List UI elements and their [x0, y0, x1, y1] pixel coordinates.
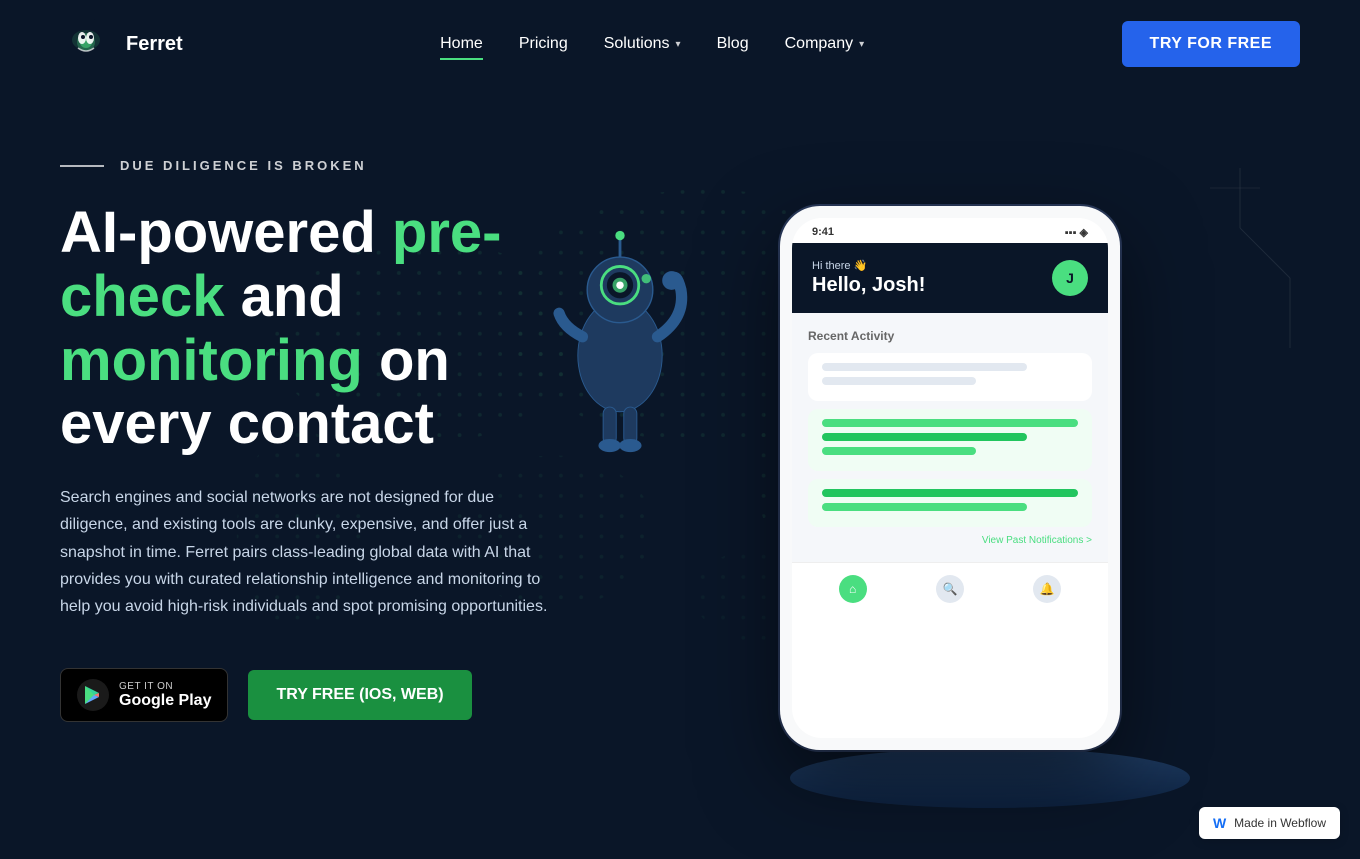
- nav-link-home[interactable]: Home: [440, 35, 483, 52]
- phone-mockup: 9:41 ▪▪▪ ◈ Hi there 👋 Hello, Josh! J: [780, 206, 1120, 750]
- hero-title-line4: every contact: [60, 391, 434, 456]
- phone-nav-home-icon[interactable]: ⌂: [839, 575, 867, 603]
- nav-item-company[interactable]: Company ▾: [785, 35, 865, 53]
- robot-character-icon: [520, 168, 720, 468]
- phone-section-title: Recent Activity: [808, 329, 1092, 343]
- phone-nav-search-icon[interactable]: 🔍: [936, 575, 964, 603]
- phone-greeting: Hi there 👋 Hello, Josh!: [812, 259, 925, 297]
- deco-lines-icon: [1180, 168, 1300, 368]
- hero-actions: GET IT ON Google Play TRY FREE (IOS, WEB…: [60, 668, 640, 722]
- activity-line-green-1: [822, 419, 1078, 427]
- phone-frame: 9:41 ▪▪▪ ◈ Hi there 👋 Hello, Josh! J: [780, 206, 1120, 750]
- activity-line-2: [822, 377, 976, 385]
- platform-base-icon: [790, 748, 1190, 808]
- activity-line-green-4: [822, 489, 1078, 497]
- company-chevron-icon: ▾: [859, 39, 864, 50]
- activity-card-1: [808, 353, 1092, 401]
- navbar: Ferret Home Pricing Solutions ▾ Blog Com…: [0, 0, 1360, 88]
- nav-link-solutions[interactable]: Solutions ▾: [604, 35, 681, 53]
- phone-signal-icon: ▪▪▪ ◈: [1065, 226, 1088, 239]
- webflow-badge[interactable]: W Made in Webflow: [1199, 807, 1340, 839]
- user-avatar: J: [1052, 260, 1088, 296]
- hero-section: DUE DILIGENCE IS BROKEN AI-powered pre-c…: [0, 88, 1360, 848]
- activity-card-3: [808, 479, 1092, 527]
- nav-item-home[interactable]: Home: [440, 35, 483, 53]
- webflow-label: Made in Webflow: [1234, 816, 1326, 830]
- hero-description: Search engines and social networks are n…: [60, 484, 550, 620]
- activity-line-green-3: [822, 447, 976, 455]
- solutions-chevron-icon: ▾: [676, 39, 681, 50]
- try-free-ios-button[interactable]: TRY FREE (IOS, WEB): [248, 670, 471, 720]
- phone-app-header: Hi there 👋 Hello, Josh! J: [792, 243, 1108, 313]
- phone-greeting-text: Hello, Josh!: [812, 274, 925, 297]
- activity-line-green-2: [822, 433, 1027, 441]
- phone-status-bar: 9:41 ▪▪▪ ◈: [792, 218, 1108, 243]
- hero-title-white3: on: [363, 328, 450, 393]
- logo[interactable]: Ferret: [60, 18, 183, 70]
- badge-text: DUE DILIGENCE IS BROKEN: [120, 158, 367, 173]
- nav-item-blog[interactable]: Blog: [717, 35, 749, 53]
- logo-text: Ferret: [126, 33, 183, 56]
- view-notifications[interactable]: View Past Notifications >: [808, 535, 1092, 546]
- activity-line-green-5: [822, 503, 1027, 511]
- nav-links: Home Pricing Solutions ▾ Blog Company ▾: [440, 35, 864, 53]
- phone-screen: 9:41 ▪▪▪ ◈ Hi there 👋 Hello, Josh! J: [792, 218, 1108, 738]
- phone-bottom-nav: ⌂ 🔍 🔔: [792, 562, 1108, 615]
- google-play-text: GET IT ON Google Play: [119, 681, 211, 710]
- phone-time: 9:41: [812, 226, 834, 239]
- phone-nav-notifications-icon[interactable]: 🔔: [1033, 575, 1061, 603]
- activity-line-1: [822, 363, 1027, 371]
- activity-card-2: [808, 409, 1092, 471]
- hero-title-green2: monitoring: [60, 328, 363, 393]
- nav-item-pricing[interactable]: Pricing: [519, 35, 568, 53]
- badge-line-icon: [60, 165, 104, 167]
- try-for-free-button[interactable]: TRY FOR FREE: [1122, 21, 1300, 67]
- hero-title-white1: AI-powered: [60, 200, 392, 265]
- phone-content: Recent Activity: [792, 313, 1108, 562]
- google-play-store-label: Google Play: [119, 692, 211, 710]
- hero-title-white2: and: [224, 264, 343, 329]
- google-play-icon: [77, 679, 109, 711]
- nav-link-blog[interactable]: Blog: [717, 35, 749, 52]
- nav-item-solutions[interactable]: Solutions ▾: [604, 35, 681, 53]
- google-play-button[interactable]: GET IT ON Google Play: [60, 668, 228, 722]
- nav-link-company[interactable]: Company ▾: [785, 35, 865, 53]
- phone-subtitle: Hi there 👋: [812, 259, 925, 272]
- webflow-logo-icon: W: [1213, 815, 1226, 831]
- nav-link-pricing[interactable]: Pricing: [519, 35, 568, 52]
- google-play-get-it-label: GET IT ON: [119, 681, 211, 692]
